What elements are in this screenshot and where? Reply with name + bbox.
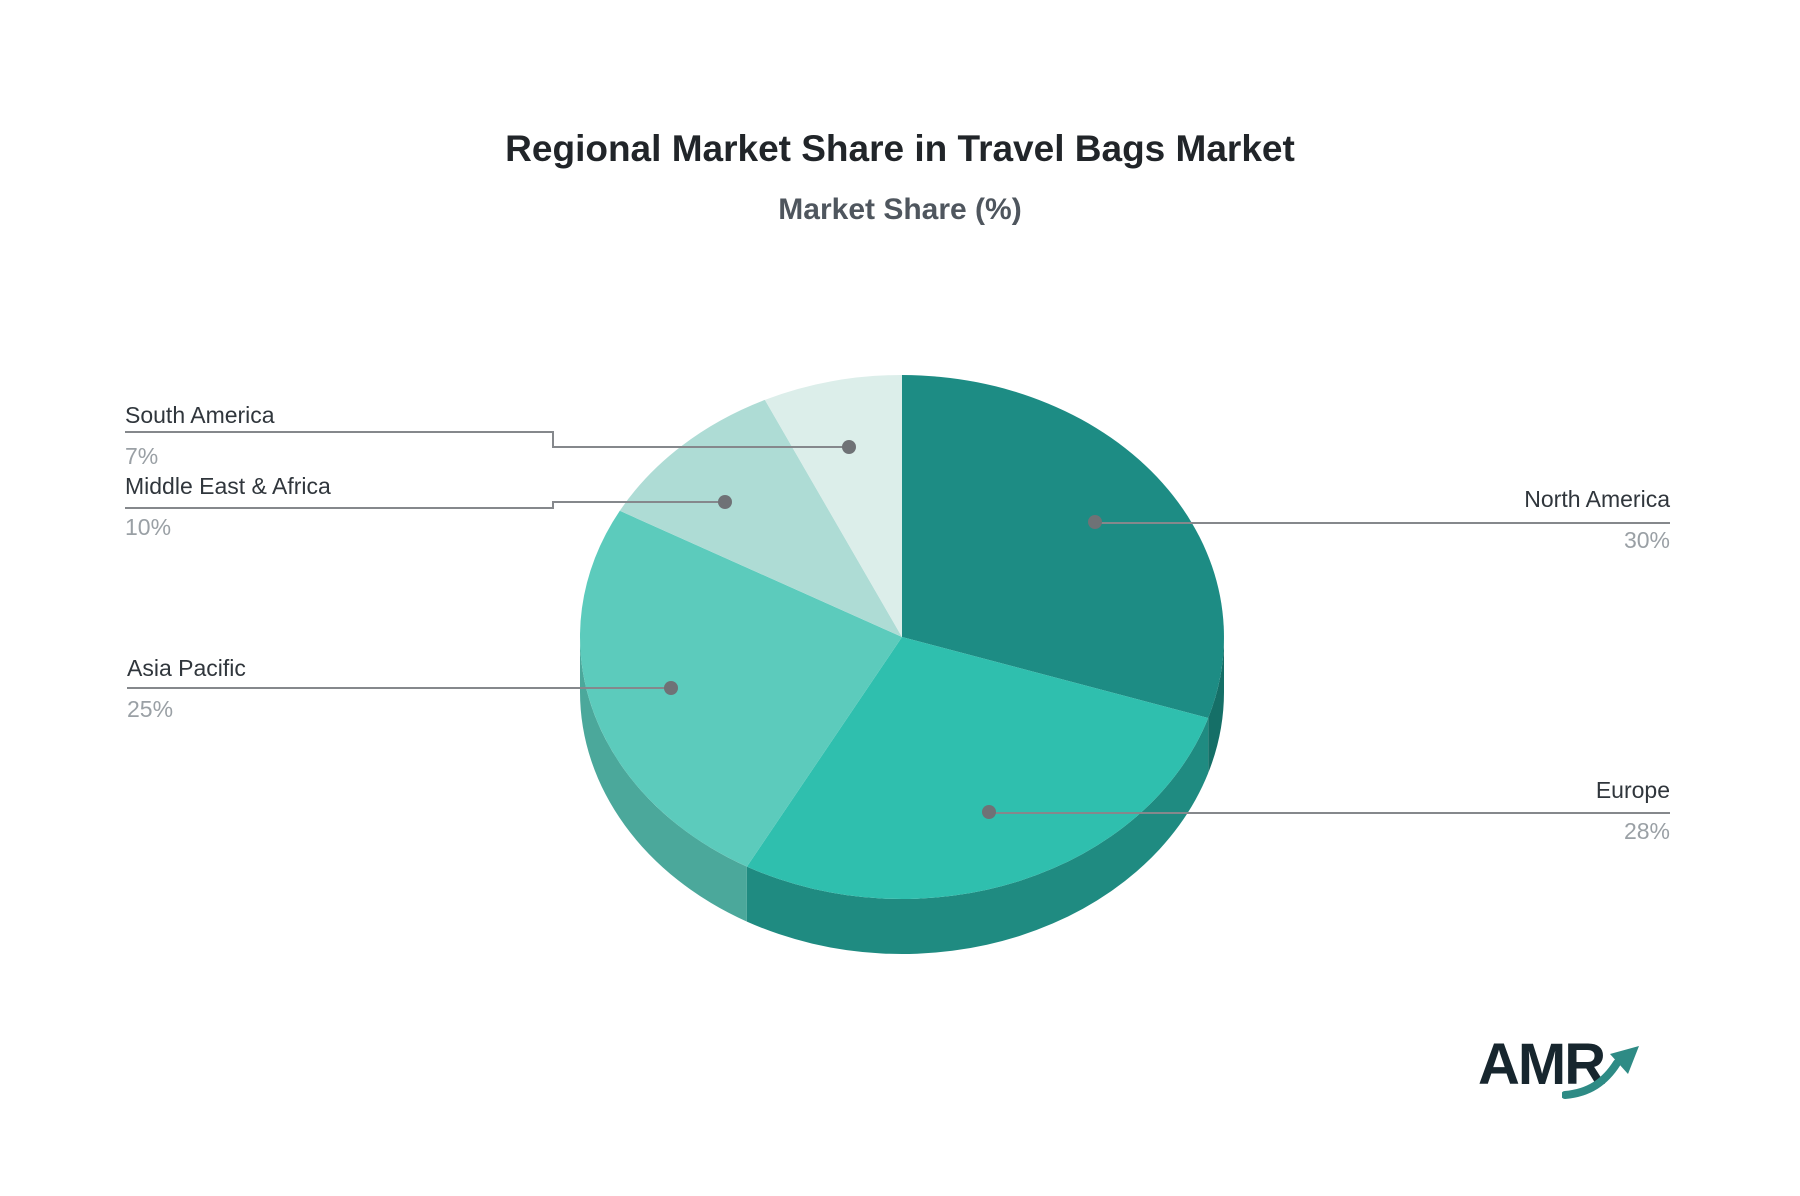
amr-logo: AMR xyxy=(1478,1034,1678,1124)
amr-logo-arrow-icon xyxy=(1562,1046,1639,1099)
label-name: South America xyxy=(125,402,275,428)
label-north-america: North America 30% xyxy=(1524,487,1670,552)
leader-dot-south-america xyxy=(842,440,856,454)
label-middle-east-africa: Middle East & Africa 10% xyxy=(125,474,331,539)
label-percent: 10% xyxy=(125,514,172,540)
leader-dot-europe xyxy=(982,805,996,819)
label-percent: 28% xyxy=(1623,818,1670,844)
label-percent: 25% xyxy=(127,696,174,722)
leader-dot-asia-pacific xyxy=(664,681,678,695)
label-percent: 7% xyxy=(125,443,159,469)
label-asia-pacific: Asia Pacific 25% xyxy=(127,656,246,721)
label-name: Europe xyxy=(1595,777,1670,803)
label-south-america: South America 7% xyxy=(125,403,275,468)
leader-dot-north-america xyxy=(1088,515,1102,529)
label-name: Middle East & Africa xyxy=(125,473,331,499)
pie-chart xyxy=(125,375,1670,954)
label-name: North America xyxy=(1524,486,1670,512)
leader-dot-middle-east-africa xyxy=(718,495,732,509)
chart-canvas: Regional Market Share in Travel Bags Mar… xyxy=(0,0,1800,1196)
label-percent: 30% xyxy=(1623,527,1670,553)
label-europe: Europe 28% xyxy=(1596,778,1670,843)
label-name: Asia Pacific xyxy=(127,655,246,681)
